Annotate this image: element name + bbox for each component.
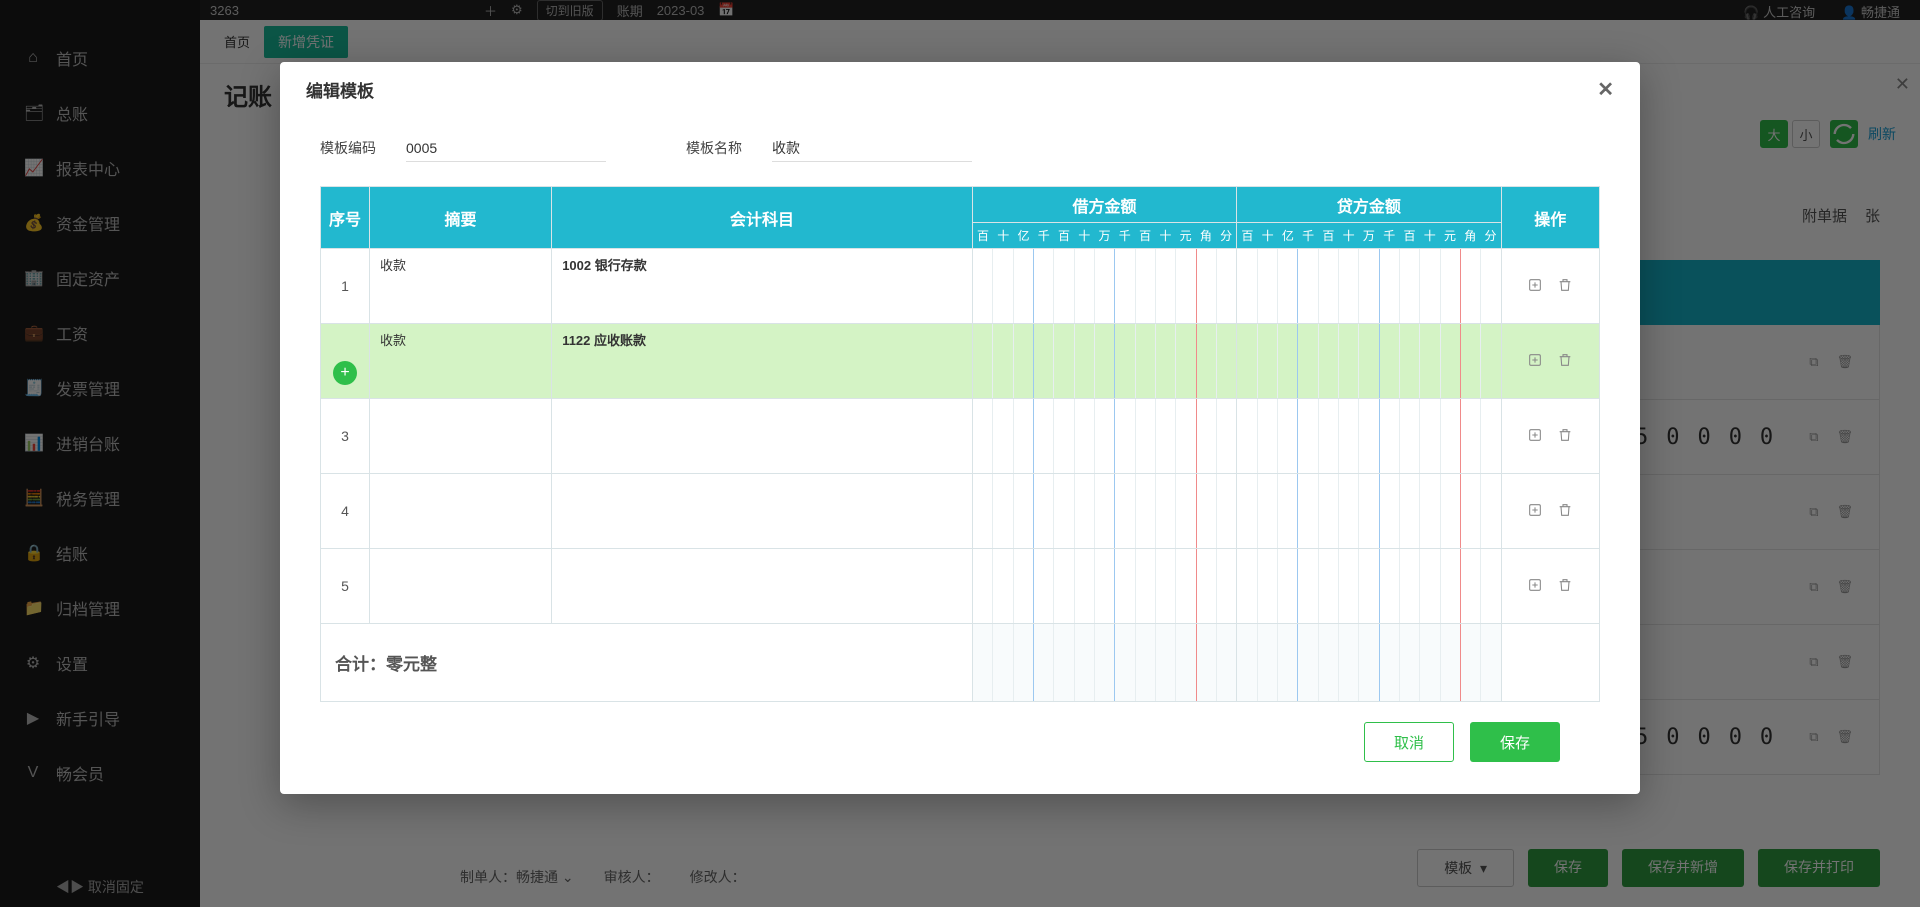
unit-cell: 亿 [1013, 227, 1033, 244]
unit-cell: 万 [1359, 227, 1379, 244]
unit-cell: 百 [1318, 227, 1338, 244]
unit-cell: 千 [1115, 227, 1135, 244]
unit-cell: 百 [973, 227, 993, 244]
delete-row-icon[interactable] [1557, 502, 1573, 521]
row-debit[interactable] [972, 549, 1236, 624]
row-ops [1501, 549, 1599, 624]
row-debit[interactable] [972, 249, 1236, 324]
row-subject[interactable]: 1122 应收账款 [552, 324, 973, 399]
template-row[interactable]: 1收款1002 银行存款 [321, 249, 1600, 324]
row-credit[interactable] [1237, 249, 1501, 324]
total-text: 合计：零元整 [321, 624, 973, 702]
copy-row-icon[interactable] [1527, 502, 1543, 521]
copy-row-icon[interactable] [1527, 427, 1543, 446]
unit-cell: 万 [1094, 227, 1114, 244]
row-ops [1501, 399, 1599, 474]
add-row-button[interactable]: + [333, 361, 357, 385]
unit-cell: 亿 [1278, 227, 1298, 244]
unit-cell: 千 [1298, 227, 1318, 244]
save-button[interactable]: 保存 [1470, 722, 1560, 762]
row-subject[interactable] [552, 399, 973, 474]
col-abstract: 摘要 [369, 187, 551, 249]
unit-cell: 百 [1135, 227, 1155, 244]
row-subject[interactable]: 1002 银行存款 [552, 249, 973, 324]
delete-row-icon[interactable] [1557, 352, 1573, 371]
copy-row-icon[interactable] [1527, 577, 1543, 596]
col-credit: 贷方金额 [1237, 187, 1501, 223]
row-debit[interactable] [972, 474, 1236, 549]
modal-title: 编辑模板 [306, 77, 374, 102]
unit-cell: 百 [1054, 227, 1074, 244]
row-abstract[interactable]: 收款 [369, 249, 551, 324]
template-row[interactable]: + 收款1122 应收账款 [321, 324, 1600, 399]
row-debit[interactable] [972, 324, 1236, 399]
row-abstract[interactable] [369, 474, 551, 549]
template-name-input[interactable] [772, 134, 972, 162]
unit-cell: 元 [1175, 227, 1195, 244]
row-credit[interactable] [1237, 324, 1501, 399]
unit-cell: 千 [1379, 227, 1399, 244]
row-seq: 3 [321, 399, 370, 474]
col-ops: 操作 [1501, 187, 1599, 249]
row-credit[interactable] [1237, 399, 1501, 474]
col-debit: 借方金额 [972, 187, 1236, 223]
row-ops [1501, 249, 1599, 324]
row-credit[interactable] [1237, 474, 1501, 549]
unit-cell: 分 [1480, 227, 1500, 244]
unit-cell: 十 [1339, 227, 1359, 244]
col-seq: 序号 [321, 187, 370, 249]
close-icon[interactable]: ✕ [1597, 77, 1614, 102]
row-credit[interactable] [1237, 549, 1501, 624]
unit-cell: 十 [993, 227, 1013, 244]
row-subject[interactable] [552, 474, 973, 549]
delete-row-icon[interactable] [1557, 427, 1573, 446]
row-abstract[interactable]: 收款 [369, 324, 551, 399]
unit-cell: 元 [1440, 227, 1460, 244]
unit-cell: 百 [1237, 227, 1257, 244]
template-name-label: 模板名称 [686, 138, 756, 158]
template-row[interactable]: 5 [321, 549, 1600, 624]
row-seq: 5 [321, 549, 370, 624]
template-row[interactable]: 3 [321, 399, 1600, 474]
unit-cell: 分 [1216, 227, 1236, 244]
template-code-label: 模板编码 [320, 138, 390, 158]
row-ops [1501, 324, 1599, 399]
row-seq: 1 [321, 249, 370, 324]
row-subject[interactable] [552, 549, 973, 624]
template-row[interactable]: 4 [321, 474, 1600, 549]
row-ops [1501, 474, 1599, 549]
unit-cell: 角 [1196, 227, 1216, 244]
delete-row-icon[interactable] [1557, 277, 1573, 296]
copy-row-icon[interactable] [1527, 352, 1543, 371]
template-code-input[interactable] [406, 134, 606, 162]
template-table: 序号 摘要 会计科目 借方金额 贷方金额 操作 百十亿千百十万千百十元角分 百十… [320, 186, 1600, 702]
edit-template-modal: 编辑模板 ✕ 模板编码 模板名称 序号 摘要 会计科目 借方金额 贷方金额 [280, 62, 1640, 794]
row-seq: + [321, 324, 370, 399]
copy-row-icon[interactable] [1527, 277, 1543, 296]
row-debit[interactable] [972, 399, 1236, 474]
unit-cell: 十 [1074, 227, 1094, 244]
unit-cell: 角 [1460, 227, 1480, 244]
unit-cell: 十 [1420, 227, 1440, 244]
cancel-button[interactable]: 取消 [1364, 722, 1454, 762]
unit-cell: 千 [1034, 227, 1054, 244]
row-abstract[interactable] [369, 399, 551, 474]
unit-cell: 十 [1155, 227, 1175, 244]
delete-row-icon[interactable] [1557, 577, 1573, 596]
row-seq: 4 [321, 474, 370, 549]
row-abstract[interactable] [369, 549, 551, 624]
unit-cell: 百 [1399, 227, 1419, 244]
col-subject: 会计科目 [552, 187, 973, 249]
unit-cell: 十 [1257, 227, 1277, 244]
